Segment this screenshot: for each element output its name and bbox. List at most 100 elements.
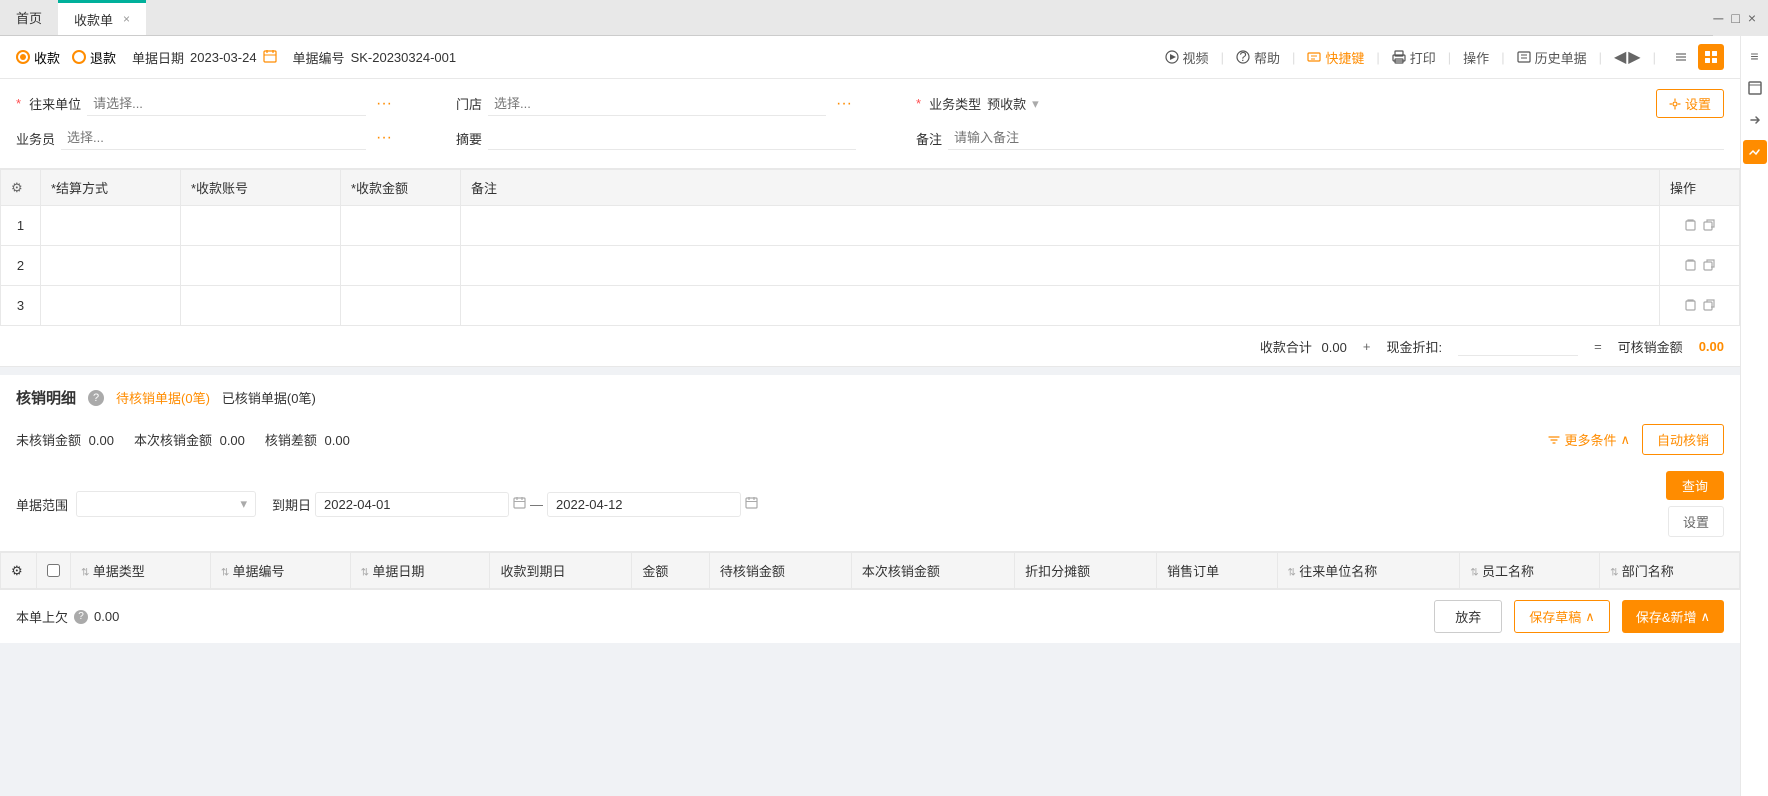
- row-amount-3[interactable]: [341, 286, 461, 326]
- more-conditions-btn[interactable]: 更多条件 ∧: [1548, 430, 1630, 449]
- toolbar-video[interactable]: 视频: [1165, 48, 1209, 67]
- remarks-input[interactable]: [948, 126, 1724, 150]
- date-value[interactable]: 2023-03-24: [190, 50, 257, 65]
- tab-home[interactable]: 首页: [0, 0, 58, 35]
- save-draft-arrow[interactable]: ∧: [1585, 609, 1595, 625]
- row-copy-2[interactable]: [1703, 258, 1716, 274]
- auto-verification-button[interactable]: 自动核销: [1642, 424, 1724, 455]
- footer: 本单上欠 ? 0.00 放弃 保存草稿 ∧ 保存&新增 ∧: [0, 589, 1740, 643]
- bth-bill-number-label: 单据编号: [233, 564, 285, 579]
- verified-link[interactable]: 已核销单据(0笔): [222, 388, 316, 407]
- toolbar-print[interactable]: 打印: [1392, 48, 1436, 67]
- tab-home-label: 首页: [16, 8, 42, 27]
- partner-more-icon[interactable]: ···: [372, 95, 396, 113]
- range-select[interactable]: ▾: [76, 491, 256, 517]
- maximize-button[interactable]: □: [1731, 10, 1739, 26]
- date-start-calendar-icon[interactable]: [513, 496, 526, 512]
- filter-settings-button[interactable]: 设置: [1668, 506, 1724, 537]
- row-delete-3[interactable]: [1684, 298, 1697, 314]
- sort-icon[interactable]: ⇅: [1288, 567, 1296, 578]
- nav-prev[interactable]: ◀: [1614, 47, 1626, 67]
- row-notes-1[interactable]: [461, 206, 1660, 246]
- view-grid-icon[interactable]: [1698, 44, 1724, 70]
- calendar-icon[interactable]: [263, 49, 277, 66]
- sidebar-icon-4[interactable]: [1743, 140, 1767, 164]
- row-amount-2[interactable]: [341, 246, 461, 286]
- tab-current[interactable]: 收款单 ×: [58, 0, 146, 35]
- sort-icon[interactable]: ⇅: [221, 567, 229, 578]
- sort-icon[interactable]: ⇅: [1610, 567, 1618, 578]
- business-type-arrow[interactable]: ▾: [1032, 96, 1039, 112]
- row-notes-3[interactable]: [461, 286, 1660, 326]
- date-end-input[interactable]: [547, 492, 741, 517]
- table-row: 3: [1, 286, 1740, 326]
- summary-input[interactable]: [488, 126, 856, 150]
- row-copy-3[interactable]: [1703, 298, 1716, 314]
- current-value: 0.00: [220, 433, 245, 448]
- verification-info-icon[interactable]: ?: [88, 390, 104, 406]
- row-delete-1[interactable]: [1684, 218, 1697, 234]
- bottom-settings-icon[interactable]: ⚙: [11, 563, 23, 578]
- store-more-icon[interactable]: ···: [832, 95, 856, 113]
- settings-gear-icon[interactable]: ⚙: [11, 180, 23, 195]
- store-input[interactable]: [488, 92, 826, 116]
- save-draft-button[interactable]: 保存草稿 ∧: [1514, 600, 1610, 633]
- sidebar-icon-1[interactable]: ≡: [1743, 44, 1767, 68]
- toolbar-operation[interactable]: 操作: [1463, 48, 1489, 67]
- toolbar-shortcut[interactable]: 快捷键: [1307, 48, 1364, 67]
- date-range-field: 到期日 —: [272, 492, 758, 517]
- bth-partner-label: 往来单位名称: [1299, 564, 1377, 579]
- radio-refund[interactable]: 退款: [72, 48, 116, 67]
- row-delete-2[interactable]: [1684, 258, 1697, 274]
- pending-link[interactable]: 待核销单据(0笔): [116, 388, 210, 407]
- row-account-1[interactable]: [181, 206, 341, 246]
- sidebar-icon-3[interactable]: [1743, 108, 1767, 132]
- sort-icon[interactable]: ⇅: [81, 567, 89, 578]
- th-payment: *结算方式: [41, 170, 181, 206]
- partner-input[interactable]: [87, 92, 366, 116]
- svg-text:?: ?: [1239, 50, 1246, 64]
- radio-collection[interactable]: 收款: [16, 48, 60, 67]
- abandon-button[interactable]: 放弃: [1434, 600, 1502, 633]
- discount-label: 现金折扣:: [1386, 337, 1442, 356]
- sort-icon[interactable]: ⇅: [1470, 567, 1478, 578]
- discount-input[interactable]: [1458, 336, 1578, 356]
- row-account-3[interactable]: [181, 286, 341, 326]
- sort-icon[interactable]: ⇅: [361, 567, 369, 578]
- row-account-2[interactable]: [181, 246, 341, 286]
- th-settings[interactable]: ⚙: [1, 170, 41, 206]
- query-button[interactable]: 查询: [1666, 471, 1724, 500]
- footer-info-icon[interactable]: ?: [74, 610, 88, 624]
- close-button[interactable]: ×: [1748, 10, 1756, 26]
- form-area: * 往来单位 ··· 门店 ··· * 业务类型 预收款 ▾: [0, 79, 1740, 169]
- settings-button[interactable]: 设置: [1656, 89, 1724, 118]
- row-amount-1[interactable]: [341, 206, 461, 246]
- date-start-input[interactable]: [315, 492, 509, 517]
- row-action-1: [1660, 206, 1740, 246]
- minimize-button[interactable]: ─: [1713, 10, 1723, 26]
- save-new-arrow[interactable]: ∧: [1700, 609, 1710, 625]
- toolbar-help[interactable]: ? 帮助: [1236, 48, 1280, 67]
- view-list-icon[interactable]: [1668, 44, 1694, 70]
- toolbar-history[interactable]: 历史单据: [1517, 48, 1587, 67]
- available-value: 0.00: [1699, 339, 1724, 354]
- salesperson-label: 业务员: [16, 129, 55, 148]
- select-all-checkbox[interactable]: [47, 564, 60, 577]
- row-copy-1[interactable]: [1703, 218, 1716, 234]
- date-end-calendar-icon[interactable]: [745, 496, 758, 512]
- sidebar-icon-2[interactable]: [1743, 76, 1767, 100]
- nav-next[interactable]: ▶: [1628, 47, 1640, 67]
- row-notes-2[interactable]: [461, 246, 1660, 286]
- row-payment-1[interactable]: [41, 206, 181, 246]
- salesperson-more-icon[interactable]: ···: [372, 129, 396, 147]
- radio-collection-label: 收款: [34, 48, 60, 67]
- row-payment-3[interactable]: [41, 286, 181, 326]
- salesperson-input[interactable]: [61, 126, 366, 150]
- tab-close-icon[interactable]: ×: [123, 12, 130, 26]
- save-new-button[interactable]: 保存&新增 ∧: [1622, 600, 1724, 633]
- bill-number-value[interactable]: SK-20230324-001: [351, 50, 457, 65]
- shortcut-label: 快捷键: [1325, 48, 1364, 67]
- date-field: 单据日期 2023-03-24: [132, 48, 277, 67]
- row-payment-2[interactable]: [41, 246, 181, 286]
- bth-settings[interactable]: ⚙: [1, 553, 37, 589]
